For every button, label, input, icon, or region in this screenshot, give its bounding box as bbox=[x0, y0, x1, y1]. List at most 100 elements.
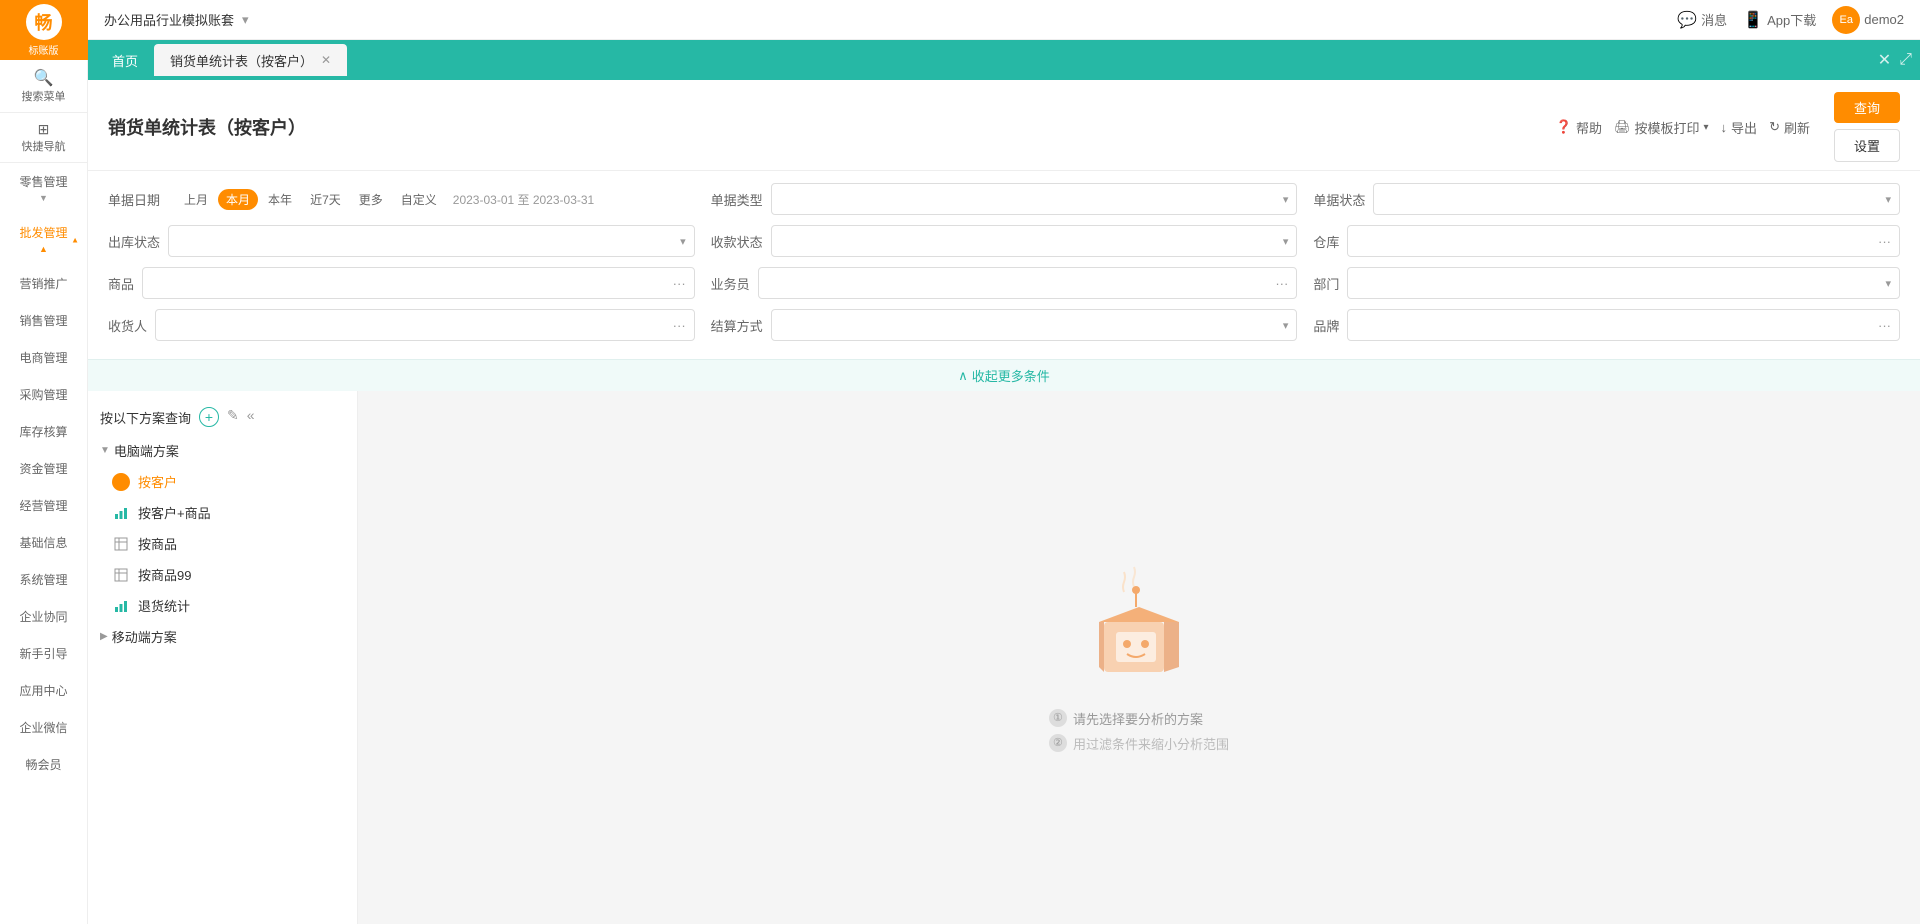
salesperson-ellipsis: ··· bbox=[1275, 276, 1288, 291]
hint-text-2: 用过滤条件来缩小分析范围 bbox=[1073, 734, 1229, 753]
scheme-item-by-goods[interactable]: 按商品 bbox=[88, 528, 357, 559]
scheme-item-by-customer-goods[interactable]: 按客户+商品 bbox=[88, 497, 357, 528]
scheme-goods-99-label: 按商品99 bbox=[138, 565, 191, 584]
date-btn-this-year[interactable]: 本年 bbox=[260, 187, 300, 212]
top-header: 办公用品行业模拟账套 ▾ 💬 消息 📱 App下载 Ea demo2 bbox=[88, 0, 1920, 40]
help-btn[interactable]: ❓ 帮助 bbox=[1556, 118, 1602, 137]
message-label: 消息 bbox=[1701, 10, 1727, 29]
query-button[interactable]: 查询 bbox=[1834, 92, 1900, 123]
edit-scheme-btn[interactable]: ✎ bbox=[227, 407, 239, 427]
sidebar-item-retail[interactable]: 零售管理 ▼ bbox=[0, 163, 87, 214]
tab-sales-stat-label: 销货单统计表（按客户） bbox=[170, 51, 313, 70]
goods-input[interactable]: ··· bbox=[142, 267, 695, 299]
sidebar-item-appstore[interactable]: 应用中心 bbox=[0, 672, 87, 709]
ship-status-select[interactable]: ▾ bbox=[168, 225, 695, 257]
sidebar-item-member[interactable]: 畅会员 bbox=[0, 746, 87, 783]
sidebar-item-finance[interactable]: 资金管理 bbox=[0, 450, 87, 487]
sidebar-item-newbie[interactable]: 新手引导 bbox=[0, 635, 87, 672]
doc-status-chevron: ▾ bbox=[1885, 193, 1891, 206]
desktop-scheme-header[interactable]: ▼ 电脑端方案 bbox=[88, 435, 357, 466]
pay-status-select[interactable]: ▾ bbox=[771, 225, 1298, 257]
header-dropdown-icon[interactable]: ▾ bbox=[242, 12, 249, 28]
help-icon: ❓ bbox=[1556, 119, 1572, 135]
sidebar-item-wholesale[interactable]: 批发管理 ▲ bbox=[0, 214, 87, 265]
goods-label: 商品 bbox=[108, 274, 134, 293]
message-btn[interactable]: 💬 消息 bbox=[1677, 10, 1727, 30]
sidebar-quick-nav[interactable]: ⊞ 快捷导航 bbox=[0, 113, 87, 163]
scheme-refund-label: 退货统计 bbox=[138, 596, 190, 615]
sidebar-item-marketing[interactable]: 营销推广 bbox=[0, 265, 87, 302]
sidebar-item-system[interactable]: 系统管理 bbox=[0, 561, 87, 598]
hint-list: ① 请先选择要分析的方案 ② 用过滤条件来缩小分析范围 bbox=[1049, 709, 1229, 759]
receiver-input[interactable]: ··· bbox=[155, 309, 695, 341]
sidebar-quick-nav-label: 快捷导航 bbox=[0, 138, 87, 154]
sidebar-search-label: 搜索菜单 bbox=[0, 88, 87, 104]
doc-status-label: 单据状态 bbox=[1313, 190, 1365, 209]
doc-type-select[interactable]: ▾ bbox=[771, 183, 1298, 215]
sidebar-item-purchase[interactable]: 采购管理 bbox=[0, 376, 87, 413]
header-right: 💬 消息 📱 App下载 Ea demo2 bbox=[1677, 6, 1904, 34]
logo-icon: 畅 bbox=[26, 4, 62, 40]
salesperson-input[interactable]: ··· bbox=[758, 267, 1298, 299]
filter-section: 单据日期 上月 本月 本年 近7天 更多 自定义 2023-03-01 至 20… bbox=[88, 171, 1920, 359]
chevron-down-icon: ▼ bbox=[39, 193, 48, 203]
scheme-table2-icon bbox=[112, 566, 130, 584]
sidebar-logo[interactable]: 畅 标账版 bbox=[0, 0, 88, 60]
sidebar-search[interactable]: 🔍 搜索菜单 bbox=[0, 60, 87, 113]
refresh-btn[interactable]: ↻ 刷新 bbox=[1769, 118, 1810, 137]
tab-close-icon[interactable]: ✕ bbox=[321, 53, 331, 67]
sidebar: 畅 标账版 🔍 搜索菜单 ⊞ 快捷导航 零售管理 ▼ 批发管理 ▲ 营销推广 销… bbox=[0, 0, 88, 924]
doc-status-select[interactable]: ▾ bbox=[1373, 183, 1900, 215]
scheme-customer-label: 按客户 bbox=[138, 472, 177, 491]
ship-status-label: 出库状态 bbox=[108, 232, 160, 251]
brand-input[interactable]: ··· bbox=[1347, 309, 1900, 341]
hint-num-1: ① bbox=[1049, 709, 1067, 727]
refresh-icon: ↻ bbox=[1769, 119, 1780, 135]
desktop-scheme-group: ▼ 电脑端方案 按客户 按客户+商品 bbox=[88, 435, 357, 621]
page-content: 销货单统计表（按客户） ❓ 帮助 🖨 按模板打印 ▾ ↓ 导出 ↻ 刷新 bbox=[88, 80, 1920, 924]
sidebar-item-wechat[interactable]: 企业微信 bbox=[0, 709, 87, 746]
collapse-bar[interactable]: ∧ 收起更多条件 bbox=[88, 359, 1920, 391]
avatar: Ea bbox=[1832, 6, 1860, 34]
settlement-label: 结算方式 bbox=[711, 316, 763, 335]
hint-item-1: ① 请先选择要分析的方案 bbox=[1049, 709, 1229, 728]
sidebar-item-operation[interactable]: 经营管理 bbox=[0, 487, 87, 524]
tab-sales-stat[interactable]: 销货单统计表（按客户） ✕ bbox=[154, 44, 347, 76]
setting-button[interactable]: 设置 bbox=[1834, 129, 1900, 162]
app-download-btn[interactable]: 📱 App下载 bbox=[1743, 10, 1816, 30]
header-left: 办公用品行业模拟账套 ▾ bbox=[104, 10, 249, 29]
settlement-chevron: ▾ bbox=[1283, 319, 1289, 332]
department-select[interactable]: ▾ bbox=[1347, 267, 1900, 299]
date-btn-last-month[interactable]: 上月 bbox=[176, 187, 216, 212]
sidebar-item-sales[interactable]: 销售管理 bbox=[0, 302, 87, 339]
scheme-customer-goods-label: 按客户+商品 bbox=[138, 503, 211, 522]
settlement-select[interactable]: ▾ bbox=[771, 309, 1298, 341]
date-btn-custom[interactable]: 自定义 bbox=[393, 187, 445, 212]
scheme-bar-icon bbox=[112, 504, 130, 522]
print-btn[interactable]: 🖨 按模板打印 ▾ bbox=[1614, 118, 1709, 137]
sidebar-item-ecommerce[interactable]: 电商管理 bbox=[0, 339, 87, 376]
tab-maximize-btn[interactable]: ⤢ bbox=[1899, 51, 1912, 69]
mobile-scheme-header[interactable]: ▶ 移动端方案 bbox=[88, 621, 357, 652]
add-scheme-btn[interactable]: + bbox=[199, 407, 219, 427]
sidebar-item-corp[interactable]: 企业协同 bbox=[0, 598, 87, 635]
date-btn-last7[interactable]: 近7天 bbox=[302, 187, 349, 212]
warehouse-input[interactable]: ··· bbox=[1347, 225, 1900, 257]
scheme-item-by-goods-99[interactable]: 按商品99 bbox=[88, 559, 357, 590]
tab-home[interactable]: 首页 bbox=[96, 44, 154, 76]
date-btn-this-month[interactable]: 本月 bbox=[218, 189, 258, 210]
brand-label: 品牌 bbox=[1313, 316, 1339, 335]
export-btn[interactable]: ↓ 导出 bbox=[1721, 118, 1758, 137]
date-btn-more[interactable]: 更多 bbox=[351, 187, 391, 212]
user-profile[interactable]: Ea demo2 bbox=[1832, 6, 1904, 34]
hint-num-2: ② bbox=[1049, 734, 1067, 752]
collapse-panel-btn[interactable]: « bbox=[247, 407, 255, 427]
sidebar-item-basic[interactable]: 基础信息 bbox=[0, 524, 87, 561]
hint-item-2: ② 用过滤条件来缩小分析范围 bbox=[1049, 734, 1229, 753]
scheme-item-refund[interactable]: 退货统计 bbox=[88, 590, 357, 621]
right-main: ① 请先选择要分析的方案 ② 用过滤条件来缩小分析范围 bbox=[358, 391, 1920, 924]
empty-illustration bbox=[1069, 557, 1209, 697]
tab-close-all-btn[interactable]: ✕ bbox=[1878, 50, 1891, 70]
sidebar-item-inventory[interactable]: 库存核算 bbox=[0, 413, 87, 450]
scheme-item-by-customer[interactable]: 按客户 bbox=[88, 466, 357, 497]
